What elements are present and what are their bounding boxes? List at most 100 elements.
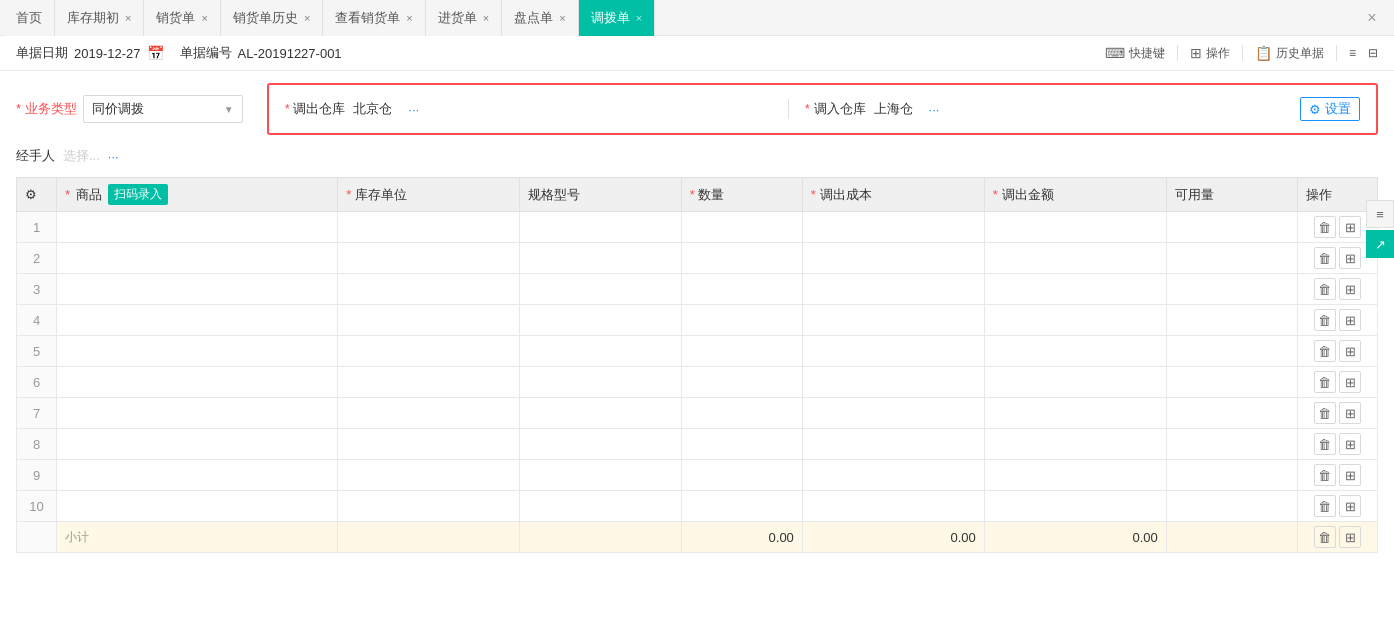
cell-cost-9[interactable] [802,460,984,491]
layout-btn-grid[interactable]: ⊟ [1368,46,1378,60]
cell-spec-7[interactable] [520,398,682,429]
cell-cost-6[interactable] [802,367,984,398]
copy-row-icon[interactable]: ⊞ [1339,216,1361,238]
cell-amount-5[interactable] [984,336,1166,367]
tab-purchase-order-close[interactable]: × [483,12,489,24]
tab-purchase-order[interactable]: 进货单 × [426,0,502,36]
cell-product-6[interactable] [57,367,338,398]
copy-row-icon[interactable]: ⊞ [1339,495,1361,517]
cell-spec-9[interactable] [520,460,682,491]
cell-unit-6[interactable] [338,367,520,398]
delete-icon[interactable]: 🗑 [1314,526,1336,548]
warehouse-settings-btn[interactable]: ⚙ 设置 [1300,97,1360,121]
person-more[interactable]: ··· [108,149,119,164]
cell-amount-2[interactable] [984,243,1166,274]
delete-row-icon[interactable]: 🗑 [1314,278,1336,300]
right-list-btn[interactable]: ≡ [1366,200,1394,228]
cell-unit-2[interactable] [338,243,520,274]
cell-available-4[interactable] [1166,305,1297,336]
cell-unit-8[interactable] [338,429,520,460]
cell-qty-8[interactable] [681,429,802,460]
cell-qty-9[interactable] [681,460,802,491]
cell-available-5[interactable] [1166,336,1297,367]
cell-cost-8[interactable] [802,429,984,460]
cell-spec-8[interactable] [520,429,682,460]
cell-amount-10[interactable] [984,491,1166,522]
cell-product-9[interactable] [57,460,338,491]
tab-view-sales-close[interactable]: × [406,12,412,24]
cell-spec-10[interactable] [520,491,682,522]
th-settings[interactable]: ⚙ [17,178,57,212]
warehouse-in-more[interactable]: ··· [929,102,940,117]
cell-product-10[interactable] [57,491,338,522]
cell-cost-4[interactable] [802,305,984,336]
cell-available-3[interactable] [1166,274,1297,305]
delete-row-icon[interactable]: 🗑 [1314,464,1336,486]
cell-amount-3[interactable] [984,274,1166,305]
tab-transfer-order[interactable]: 调拨单 × [579,0,655,36]
right-export-btn[interactable]: ↗ [1366,230,1394,258]
cell-qty-1[interactable] [681,212,802,243]
tab-view-sales[interactable]: 查看销货单 × [323,0,425,36]
copy-row-icon[interactable]: ⊞ [1339,402,1361,424]
cell-amount-1[interactable] [984,212,1166,243]
delete-row-icon[interactable]: 🗑 [1314,216,1336,238]
cell-unit-1[interactable] [338,212,520,243]
cell-spec-4[interactable] [520,305,682,336]
cell-available-1[interactable] [1166,212,1297,243]
copy-row-icon[interactable]: ⊞ [1339,433,1361,455]
table-wrap[interactable]: ⚙ * 商品 扫码录入 * 库存单位 规格型号 [16,177,1378,553]
tab-inventory-init-close[interactable]: × [125,12,131,24]
cell-qty-3[interactable] [681,274,802,305]
cell-spec-1[interactable] [520,212,682,243]
tab-inventory-init[interactable]: 库存期初 × [55,0,144,36]
cell-unit-4[interactable] [338,305,520,336]
layout-btn-list[interactable]: ≡ [1349,46,1356,60]
copy-row-icon[interactable]: ⊞ [1339,464,1361,486]
cell-qty-10[interactable] [681,491,802,522]
cell-spec-6[interactable] [520,367,682,398]
cell-unit-7[interactable] [338,398,520,429]
tab-inventory-check-close[interactable]: × [559,12,565,24]
cell-product-8[interactable] [57,429,338,460]
cell-cost-7[interactable] [802,398,984,429]
scan-button[interactable]: 扫码录入 [108,184,168,205]
cell-spec-2[interactable] [520,243,682,274]
cell-amount-4[interactable] [984,305,1166,336]
warehouse-out-more[interactable]: ··· [408,102,419,117]
cell-cost-3[interactable] [802,274,984,305]
copy-row-icon[interactable]: ⊞ [1339,371,1361,393]
cell-amount-6[interactable] [984,367,1166,398]
delete-row-icon[interactable]: 🗑 [1314,402,1336,424]
cell-product-2[interactable] [57,243,338,274]
cell-unit-3[interactable] [338,274,520,305]
cell-product-7[interactable] [57,398,338,429]
shortcut-btn[interactable]: ⌨ 快捷键 [1105,45,1165,62]
delete-row-icon[interactable]: 🗑 [1314,247,1336,269]
cell-available-6[interactable] [1166,367,1297,398]
cell-qty-4[interactable] [681,305,802,336]
tab-sales-order-close[interactable]: × [201,12,207,24]
cell-qty-7[interactable] [681,398,802,429]
copy-row-icon[interactable]: ⊞ [1339,309,1361,331]
cell-unit-10[interactable] [338,491,520,522]
tab-sales-history[interactable]: 销货单历史 × [221,0,323,36]
cell-product-3[interactable] [57,274,338,305]
cell-available-10[interactable] [1166,491,1297,522]
cell-available-2[interactable] [1166,243,1297,274]
cell-spec-3[interactable] [520,274,682,305]
cell-product-4[interactable] [57,305,338,336]
cell-available-8[interactable] [1166,429,1297,460]
window-close-button[interactable]: × [1354,0,1390,36]
calendar-icon[interactable]: 📅 [147,45,164,61]
cell-cost-2[interactable] [802,243,984,274]
copy-row-icon[interactable]: ⊞ [1339,247,1361,269]
cell-qty-5[interactable] [681,336,802,367]
cell-cost-10[interactable] [802,491,984,522]
cell-available-9[interactable] [1166,460,1297,491]
cell-qty-2[interactable] [681,243,802,274]
cell-available-7[interactable] [1166,398,1297,429]
tab-home[interactable]: 首页 [4,0,55,36]
operations-btn[interactable]: ⊞ 操作 [1190,45,1230,62]
tab-sales-order[interactable]: 销货单 × [144,0,220,36]
